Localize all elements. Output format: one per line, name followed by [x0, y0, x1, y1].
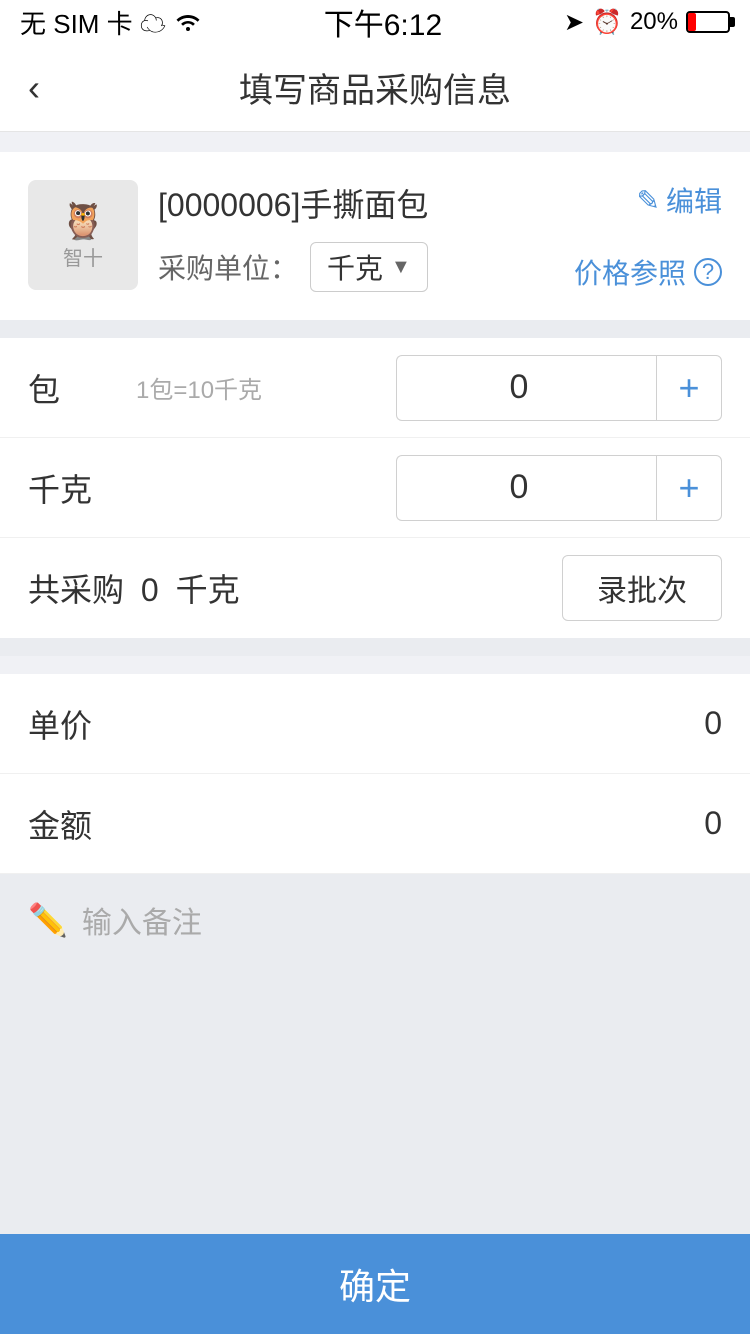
kg-label: 千克 — [28, 465, 128, 511]
kg-plus-button[interactable]: + — [656, 455, 722, 521]
summary-row: 共采购 0 千克 录批次 — [0, 538, 750, 638]
note-placeholder: 输入备注 — [82, 898, 202, 942]
pencil-icon: ✏️ — [28, 901, 68, 939]
bag-label: 包 — [28, 365, 128, 411]
wifi-icon — [174, 7, 202, 38]
status-right: ➤ ⏰ 20% — [564, 8, 730, 37]
confirm-button[interactable]: 确定 — [0, 1234, 750, 1334]
amount-row: 金额 0 — [0, 774, 750, 874]
product-thumb-label: 智十 — [63, 242, 103, 271]
note-section[interactable]: ✏️ 输入备注 — [0, 874, 750, 966]
summary-unit: 千克 — [176, 572, 240, 608]
unit-select[interactable]: 千克 ▼ — [310, 242, 428, 292]
bag-plus-button[interactable]: + — [656, 355, 722, 421]
product-card: 🦉 智十 [0000006]手撕面包 采购单位： 千克 ▼ ✎ 编辑 价格参照 … — [0, 152, 750, 320]
section-divider-1 — [0, 320, 750, 338]
input-section: 包 1包=10千克 + 千克 + 共采购 0 千克 录批次 — [0, 338, 750, 638]
battery-percent: 20% — [630, 8, 678, 36]
alarm-icon: ⏰ — [592, 8, 622, 37]
summary-text: 共采购 0 千克 — [28, 565, 240, 611]
unit-price-row: 单价 0 — [0, 674, 750, 774]
page-title: 填写商品采购信息 — [239, 63, 511, 112]
bag-input-row: 包 1包=10千克 + — [0, 338, 750, 438]
amount-label: 金额 — [28, 801, 92, 847]
product-thumb-owl-icon: 🦉 — [61, 200, 106, 242]
chevron-down-icon: ▼ — [391, 256, 411, 279]
price-section: 单价 0 金额 0 — [0, 674, 750, 874]
kg-input[interactable] — [396, 455, 656, 521]
unit-value: 千克 — [327, 247, 383, 287]
bag-input-right: + — [396, 355, 722, 421]
product-thumbnail: 🦉 智十 — [28, 180, 138, 290]
unit-price-label: 单价 — [28, 701, 92, 747]
nav-bar: ‹ 填写商品采购信息 — [0, 44, 750, 132]
location-icon: ➤ — [564, 8, 584, 37]
edit-button[interactable]: ✎ 编辑 — [637, 180, 722, 220]
batch-button[interactable]: 录批次 — [562, 555, 722, 621]
price-ref-label: 价格参照 — [574, 252, 686, 292]
price-ref-button[interactable]: 价格参照 ? — [574, 252, 722, 292]
edit-label: 编辑 — [666, 180, 722, 220]
kg-input-row: 千克 + — [0, 438, 750, 538]
no-sim-text: 无 SIM 卡 ☁ — [20, 4, 166, 41]
section-divider-2 — [0, 638, 750, 656]
bottom-spacer — [0, 966, 750, 1266]
status-left: 无 SIM 卡 ☁ — [20, 4, 202, 41]
kg-input-right: + — [396, 455, 722, 521]
question-icon: ? — [694, 258, 722, 286]
status-time: 下午6:12 — [324, 0, 442, 44]
bag-input[interactable] — [396, 355, 656, 421]
unit-label: 采购单位： — [158, 247, 298, 287]
summary-prefix: 共采购 — [28, 572, 124, 608]
status-bar: 无 SIM 卡 ☁ 下午6:12 ➤ ⏰ 20% — [0, 0, 750, 44]
back-button[interactable]: ‹ — [28, 67, 40, 109]
unit-price-value: 0 — [704, 705, 722, 742]
edit-icon: ✎ — [637, 184, 660, 217]
amount-value: 0 — [704, 805, 722, 842]
summary-quantity: 0 — [141, 572, 159, 608]
battery-icon — [686, 11, 730, 33]
bag-sublabel: 1包=10千克 — [136, 370, 262, 405]
